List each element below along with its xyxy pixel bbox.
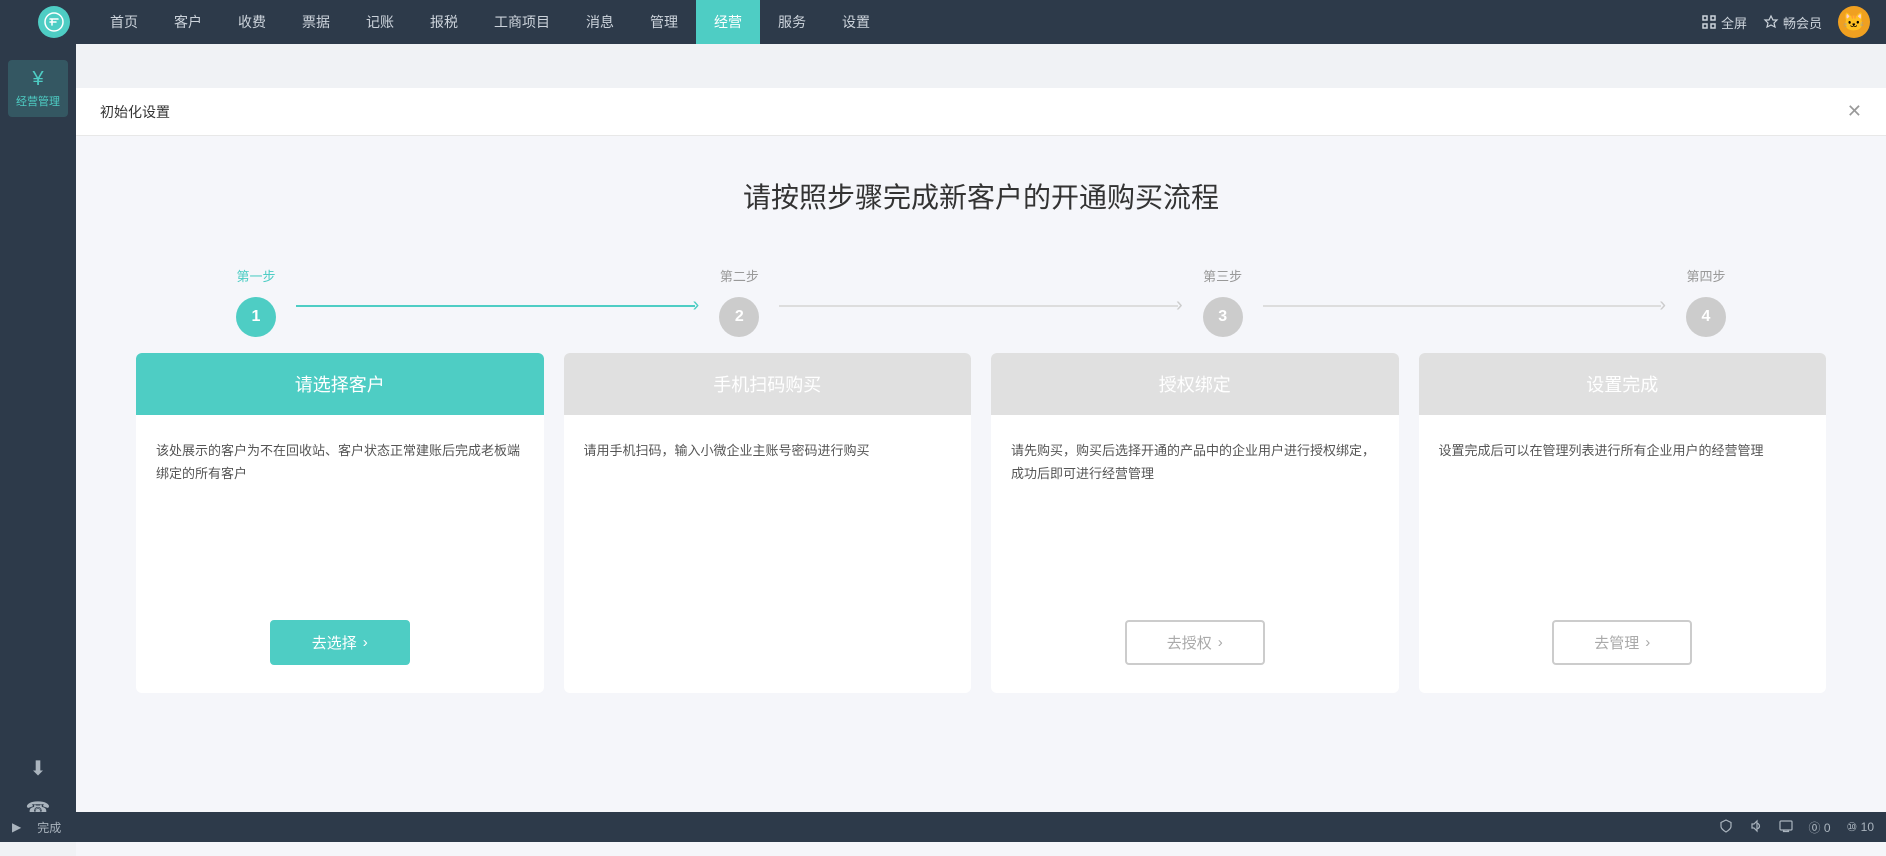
card-2-body: 请用手机扫码，输入小微企业主账号密码进行购买 <box>564 415 972 649</box>
card-step4: 设置完成 设置完成后可以在管理列表进行所有企业用户的经营管理 去管理 › <box>1419 353 1827 693</box>
nav-service[interactable]: 服务 <box>760 0 824 44</box>
card-3-footer: 去授权 › <box>991 604 1399 693</box>
go-select-button[interactable]: 去选择 › <box>270 620 410 665</box>
nav-settings[interactable]: 设置 <box>824 0 888 44</box>
step-4-block: 第四步 4 <box>1666 266 1746 337</box>
nav-commerce[interactable]: 工商项目 <box>476 0 568 44</box>
close-button[interactable]: ✕ <box>1847 101 1862 122</box>
card-step3: 授权绑定 请先购买，购买后选择开通的产品中的企业用户进行授权绑定，成功后即可进行… <box>991 353 1399 693</box>
card-3-body: 请先购买，购买后选择开通的产品中的企业用户进行授权绑定，成功后即可进行经营管理 <box>991 415 1399 604</box>
go-select-label: 去选择 <box>312 632 357 653</box>
step-2-label: 第二步 <box>720 266 759 285</box>
card-2-footer <box>564 649 972 693</box>
main-title: 请按照步骤完成新客户的开通购买流程 <box>136 176 1826 216</box>
counter-0: ⓪ 0 <box>1809 819 1831 836</box>
go-manage-arrow: › <box>1645 634 1650 651</box>
status-bar-right: ⓪ 0 ⑩ 10 <box>1719 819 1874 836</box>
card-4-footer: 去管理 › <box>1419 604 1827 693</box>
step-2-circle: 2 <box>719 297 759 337</box>
nav-manage[interactable]: 管理 <box>632 0 696 44</box>
fullscreen-button[interactable]: 全屏 <box>1701 13 1747 32</box>
card-1-body: 该处展示的客户为不在回收站、客户状态正常建账后完成老板端绑定的所有客户 <box>136 415 544 604</box>
play-button[interactable]: ▶ <box>12 820 21 834</box>
steps-indicator: 第一步 1 › 第二步 2 › 第三步 3 <box>136 266 1826 337</box>
sidebar-item-label: 经营管理 <box>16 93 60 109</box>
go-manage-button[interactable]: 去管理 › <box>1552 620 1692 665</box>
member-button[interactable]: 畅会员 <box>1763 13 1822 32</box>
status-text: 完成 <box>37 819 61 836</box>
nav-items: 首页 客户 收费 票据 记账 报税 工商项目 消息 管理 经营 服务 设置 <box>92 0 1701 44</box>
card-2-header: 手机扫码购买 <box>564 353 972 415</box>
nav-home[interactable]: 首页 <box>92 0 156 44</box>
step-3-circle: 3 <box>1203 297 1243 337</box>
user-avatar[interactable]: 🐱 <box>1838 6 1870 38</box>
app-logo <box>16 6 92 38</box>
step-1-block: 第一步 1 <box>216 266 296 337</box>
page-title: 初始化设置 <box>100 102 170 122</box>
nav-accounting[interactable]: 记账 <box>348 0 412 44</box>
status-bar: ▶ 完成 ⓪ 0 ⑩ 10 <box>0 812 1886 842</box>
counter-10: ⑩ 10 <box>1847 820 1874 834</box>
nav-business[interactable]: 经营 <box>696 0 760 44</box>
go-authorize-button[interactable]: 去授权 › <box>1125 620 1265 665</box>
nav-bills[interactable]: 票据 <box>284 0 348 44</box>
nav-tax[interactable]: 报税 <box>412 0 476 44</box>
card-step2: 手机扫码购买 请用手机扫码，输入小微企业主账号密码进行购买 <box>564 353 972 693</box>
volume-icon <box>1749 819 1763 836</box>
nav-customer[interactable]: 客户 <box>156 0 220 44</box>
go-select-arrow: › <box>363 634 368 651</box>
card-3-header: 授权绑定 <box>991 353 1399 415</box>
go-manage-label: 去管理 <box>1594 632 1639 653</box>
top-navigation: 首页 客户 收费 票据 记账 报税 工商项目 消息 管理 经营 服务 设置 全屏… <box>0 0 1886 44</box>
step-3-block: 第三步 3 <box>1183 266 1263 337</box>
nav-fees[interactable]: 收费 <box>220 0 284 44</box>
card-step1: 请选择客户 该处展示的客户为不在回收站、客户状态正常建账后完成老板端绑定的所有客… <box>136 353 544 693</box>
member-label: 畅会员 <box>1783 13 1822 32</box>
nav-right: 全屏 畅会员 🐱 <box>1701 6 1870 38</box>
business-icon: ¥ <box>32 68 43 91</box>
go-authorize-arrow: › <box>1218 634 1223 651</box>
connector-3-4: › <box>1263 294 1666 317</box>
go-authorize-label: 去授权 <box>1167 632 1212 653</box>
screen-icon <box>1779 819 1793 836</box>
page-header: 初始化设置 ✕ <box>76 88 1886 136</box>
logo-icon <box>38 6 70 38</box>
download-icon[interactable]: ⬇ <box>30 756 47 781</box>
step-3-label: 第三步 <box>1203 266 1242 285</box>
step-4-label: 第四步 <box>1686 266 1725 285</box>
content-area: 请按照步骤完成新客户的开通购买流程 第一步 1 › 第二步 2 › <box>76 136 1886 856</box>
card-1-footer: 去选择 › <box>136 604 544 693</box>
card-4-header: 设置完成 <box>1419 353 1827 415</box>
connector-2-3: › <box>779 294 1182 317</box>
cards-row: 请选择客户 该处展示的客户为不在回收站、客户状态正常建账后完成老板端绑定的所有客… <box>136 353 1826 693</box>
card-1-header: 请选择客户 <box>136 353 544 415</box>
fullscreen-label: 全屏 <box>1721 13 1747 32</box>
shield-icon <box>1719 819 1733 836</box>
nav-message[interactable]: 消息 <box>568 0 632 44</box>
connector-1-2: › <box>296 294 699 317</box>
sidebar: ¥ 经营管理 ⬇ ☎ <box>0 44 76 842</box>
main-content: 初始化设置 ✕ 请按照步骤完成新客户的开通购买流程 第一步 1 › 第二步 2 <box>76 88 1886 856</box>
step-2-block: 第二步 2 <box>699 266 779 337</box>
step-1-label: 第一步 <box>236 266 275 285</box>
step-4-circle: 4 <box>1686 297 1726 337</box>
card-4-body: 设置完成后可以在管理列表进行所有企业用户的经营管理 <box>1419 415 1827 604</box>
sidebar-item-business[interactable]: ¥ 经营管理 <box>8 60 68 117</box>
step-1-circle: 1 <box>236 297 276 337</box>
